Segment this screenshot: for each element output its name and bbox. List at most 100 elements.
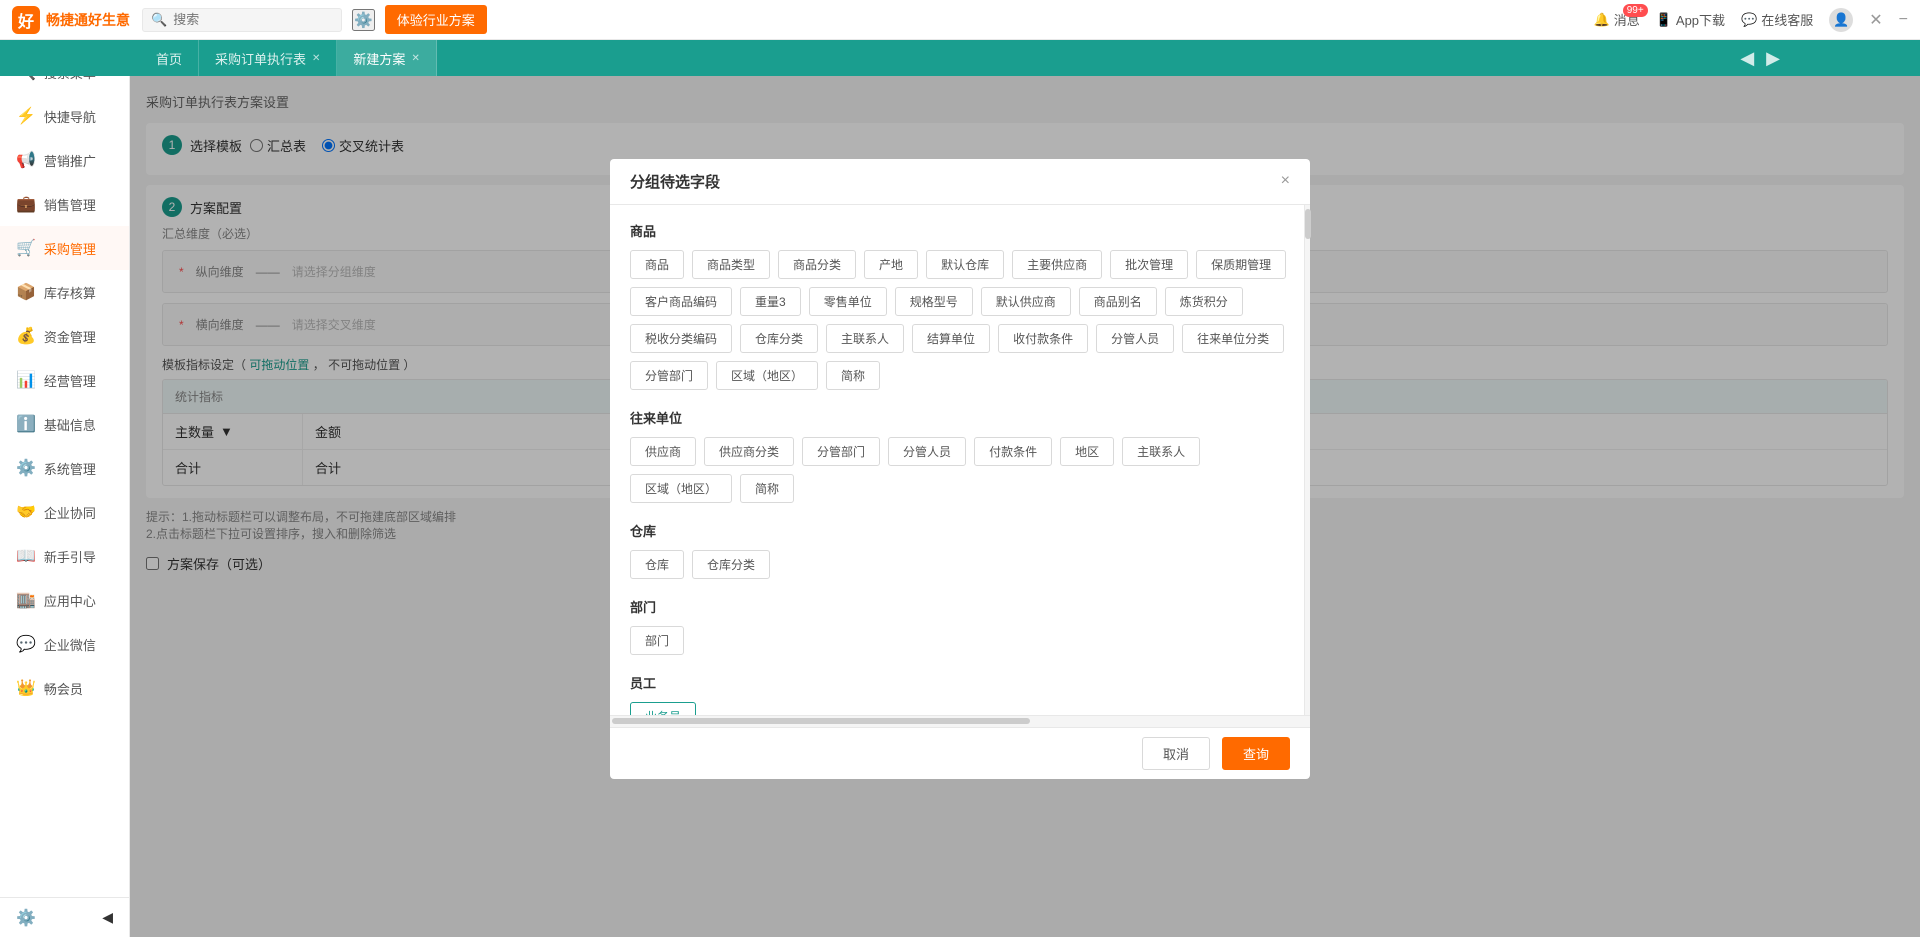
sidebar-item-purchase[interactable]: 🛒 采购管理 xyxy=(0,226,129,270)
field-tag[interactable]: 仓库分类 xyxy=(740,324,818,353)
section-employee-tags: 业务员 xyxy=(630,702,1290,715)
section-warehouse: 仓库 仓库 仓库分类 xyxy=(630,521,1290,579)
field-tag[interactable]: 部门 xyxy=(630,626,684,655)
field-tag[interactable]: 默认仓库 xyxy=(926,250,1004,279)
field-tag[interactable]: 产地 xyxy=(864,250,918,279)
field-tag[interactable]: 批次管理 xyxy=(1110,250,1188,279)
field-tag[interactable]: 客户商品编码 xyxy=(630,287,732,316)
search-input[interactable] xyxy=(173,12,349,27)
experience-button[interactable]: 体验行业方案 xyxy=(385,5,487,34)
sidebar-item-system[interactable]: ⚙️ 系统管理 xyxy=(0,446,129,490)
nav-tabs-bar: 首页 采购订单执行表 ✕ 新建方案 ✕ ◀ ▶ xyxy=(0,40,1920,76)
tab-home-label: 首页 xyxy=(156,49,182,68)
tab-new-scheme-label: 新建方案 xyxy=(353,49,405,68)
cancel-button[interactable]: 取消 xyxy=(1142,737,1210,770)
field-tag[interactable]: 付款条件 xyxy=(974,437,1052,466)
tab-purchase-order-close[interactable]: ✕ xyxy=(312,53,320,64)
gear-button[interactable]: ⚙️ xyxy=(352,9,375,31)
field-tag[interactable]: 分管部门 xyxy=(630,361,708,390)
close-window-button[interactable]: ✕ xyxy=(1869,10,1882,30)
sidebar-item-operations[interactable]: 📊 经营管理 xyxy=(0,358,129,402)
sidebar-item-wechat[interactable]: 💬 企业微信 xyxy=(0,622,129,666)
app-download-button[interactable]: 📱 App下载 xyxy=(1656,10,1725,29)
field-tag[interactable]: 仓库分类 xyxy=(692,550,770,579)
sidebar-item-inventory-label: 库存核算 xyxy=(44,283,96,302)
sidebar-item-finance[interactable]: 💰 资金管理 xyxy=(0,314,129,358)
modal-close-button[interactable]: × xyxy=(1281,172,1290,190)
field-tag[interactable]: 保质期管理 xyxy=(1196,250,1286,279)
field-tag[interactable]: 分管人员 xyxy=(1096,324,1174,353)
sidebar-item-quick-nav[interactable]: ⚡ 快捷导航 xyxy=(0,94,129,138)
field-tag[interactable]: 商品分类 xyxy=(778,250,856,279)
confirm-button[interactable]: 查询 xyxy=(1222,737,1290,770)
field-tag[interactable]: 零售单位 xyxy=(809,287,887,316)
online-service-button[interactable]: 💬 在线客服 xyxy=(1741,10,1813,29)
field-tag[interactable]: 税收分类编码 xyxy=(630,324,732,353)
field-tag[interactable]: 地区 xyxy=(1060,437,1114,466)
tabs-next-button[interactable]: ▶ xyxy=(1766,48,1780,69)
app-download-label: App下载 xyxy=(1676,10,1725,29)
field-tag[interactable]: 规格型号 xyxy=(895,287,973,316)
field-tag[interactable]: 分管部门 xyxy=(802,437,880,466)
sidebar-item-marketing[interactable]: 📢 营销推广 xyxy=(0,138,129,182)
notification-badge: 99+ xyxy=(1623,4,1648,17)
field-select-modal: 分组待选字段 × 商品 商品 商品类型 商品分类 产地 默认仓库 主要供应商 批… xyxy=(610,159,1310,779)
sidebar-item-inventory[interactable]: 📦 库存核算 xyxy=(0,270,129,314)
tab-new-scheme[interactable]: 新建方案 ✕ xyxy=(337,40,436,76)
field-tag[interactable]: 主要供应商 xyxy=(1012,250,1102,279)
field-tag[interactable]: 往来单位分类 xyxy=(1182,324,1284,353)
user-avatar[interactable]: 👤 xyxy=(1829,8,1853,32)
field-tag[interactable]: 供应商分类 xyxy=(704,437,794,466)
sidebar-item-enterprise-label: 企业协同 xyxy=(44,503,96,522)
wechat-icon: 💬 xyxy=(16,634,36,654)
sidebar-item-basic-info[interactable]: ℹ️ 基础信息 xyxy=(0,402,129,446)
field-tag[interactable]: 仓库 xyxy=(630,550,684,579)
notification-button[interactable]: 🔔 消息 99+ xyxy=(1594,10,1640,29)
section-department-title: 部门 xyxy=(630,597,1290,616)
minimize-window-button[interactable]: − xyxy=(1899,11,1908,29)
sidebar-item-sales[interactable]: 💼 销售管理 xyxy=(0,182,129,226)
modal-vertical-scrollbar-track[interactable] xyxy=(1304,205,1310,715)
member-icon: 👑 xyxy=(16,678,36,698)
sidebar-settings-icon[interactable]: ⚙️ xyxy=(16,908,36,928)
modal-horizontal-scrollbar[interactable] xyxy=(610,715,1310,727)
section-employee: 员工 业务员 xyxy=(630,673,1290,715)
tabs-prev-button[interactable]: ◀ xyxy=(1740,48,1754,69)
field-tag[interactable]: 默认供应商 xyxy=(981,287,1071,316)
sidebar-item-quick-nav-label: 快捷导航 xyxy=(44,107,96,126)
field-tag[interactable]: 炼货积分 xyxy=(1165,287,1243,316)
field-tag[interactable]: 主联系人 xyxy=(826,324,904,353)
inventory-icon: 📦 xyxy=(16,282,36,302)
tab-home[interactable]: 首页 xyxy=(140,40,199,76)
system-icon: ⚙️ xyxy=(16,458,36,478)
tab-purchase-order[interactable]: 采购订单执行表 ✕ xyxy=(199,40,337,76)
service-icon: 💬 xyxy=(1741,12,1757,28)
vertical-scrollbar-thumb xyxy=(1305,209,1311,239)
header-search[interactable]: 🔍 ▼ xyxy=(142,8,342,32)
field-tag[interactable]: 重量3 xyxy=(740,287,801,316)
field-tag-employee[interactable]: 业务员 xyxy=(630,702,696,715)
field-tag[interactable]: 区域（地区） xyxy=(716,361,818,390)
sidebar-item-member[interactable]: 👑 畅会员 xyxy=(0,666,129,710)
field-tag[interactable]: 商品 xyxy=(630,250,684,279)
field-tag[interactable]: 简称 xyxy=(826,361,880,390)
quick-nav-icon: ⚡ xyxy=(16,106,36,126)
section-goods-tags: 商品 商品类型 商品分类 产地 默认仓库 主要供应商 批次管理 保质期管理 客户… xyxy=(630,250,1290,390)
sidebar-item-system-label: 系统管理 xyxy=(44,459,96,478)
app-center-icon: 🏬 xyxy=(16,590,36,610)
field-tag[interactable]: 商品别名 xyxy=(1079,287,1157,316)
tab-new-scheme-close[interactable]: ✕ xyxy=(411,53,419,64)
field-tag[interactable]: 结算单位 xyxy=(912,324,990,353)
field-tag[interactable]: 区域（地区） xyxy=(630,474,732,503)
field-tag[interactable]: 收付款条件 xyxy=(998,324,1088,353)
sidebar-collapse-icon[interactable]: ◀ xyxy=(102,909,113,926)
sidebar-item-basic-info-label: 基础信息 xyxy=(44,415,96,434)
field-tag[interactable]: 主联系人 xyxy=(1122,437,1200,466)
sidebar-item-app-center[interactable]: 🏬 应用中心 xyxy=(0,578,129,622)
field-tag[interactable]: 商品类型 xyxy=(692,250,770,279)
field-tag[interactable]: 简称 xyxy=(740,474,794,503)
sidebar-item-enterprise[interactable]: 🤝 企业协同 xyxy=(0,490,129,534)
sidebar-item-guide[interactable]: 📖 新手引导 xyxy=(0,534,129,578)
field-tag[interactable]: 供应商 xyxy=(630,437,696,466)
field-tag[interactable]: 分管人员 xyxy=(888,437,966,466)
